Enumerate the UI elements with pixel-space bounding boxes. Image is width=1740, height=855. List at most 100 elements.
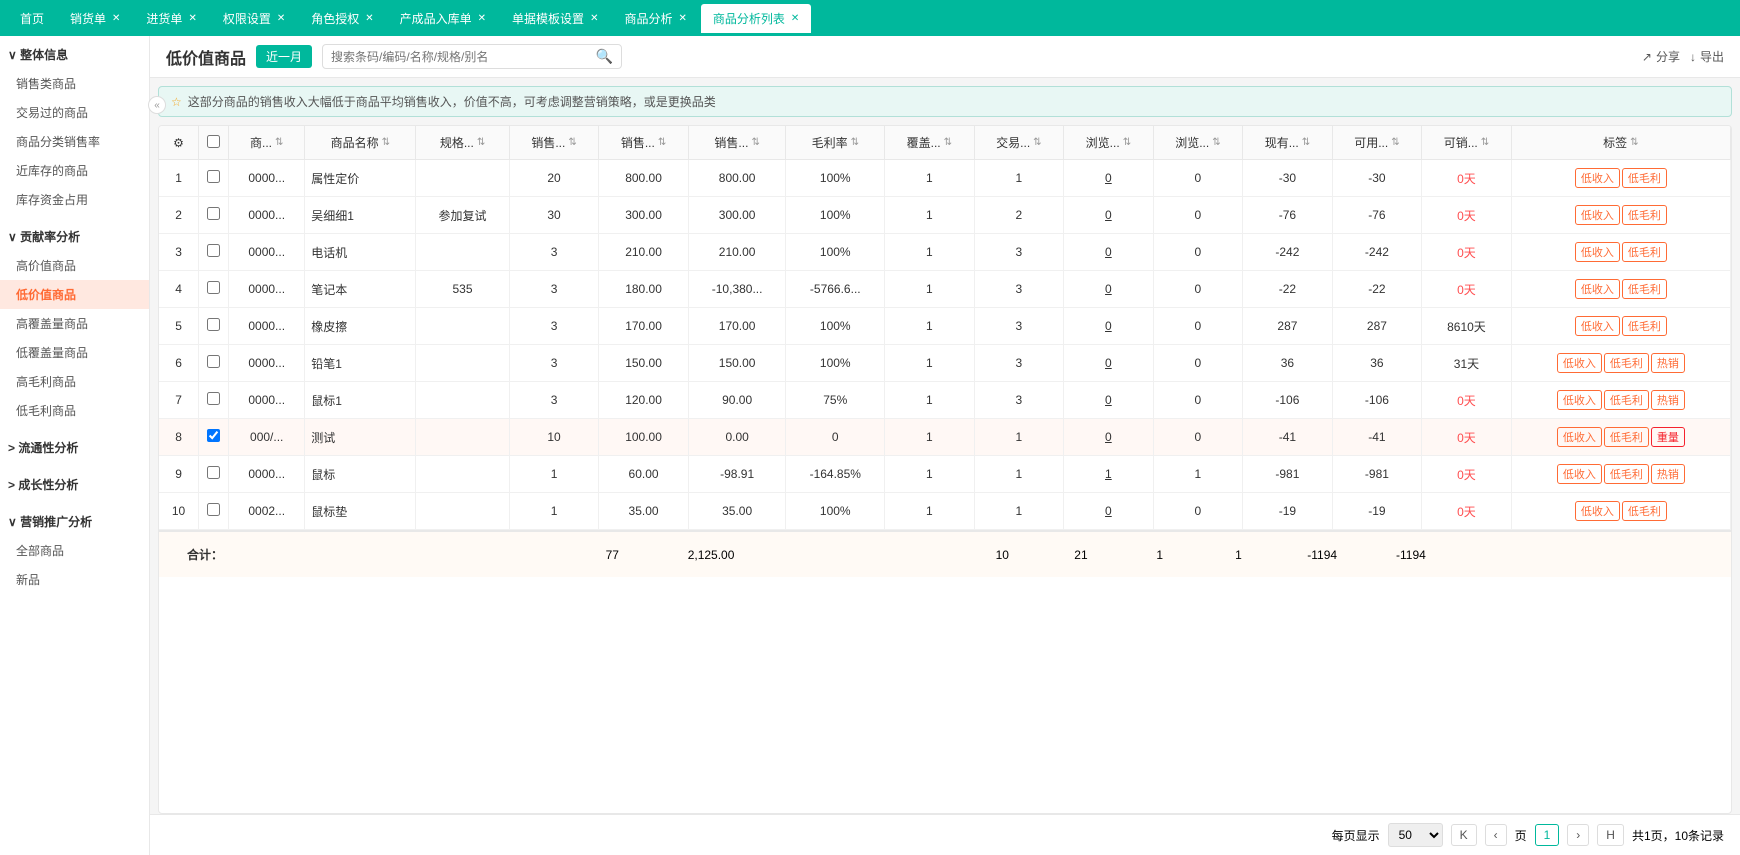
- per-page-select[interactable]: 50 100 200: [1388, 823, 1443, 847]
- nav-tab-roles[interactable]: 角色授权 ✕: [299, 4, 385, 33]
- col-gross-rate[interactable]: 毛利率⇅: [786, 126, 885, 160]
- nav-tab-analysis[interactable]: 商品分析 ✕: [612, 4, 698, 33]
- nav-tab-template[interactable]: 单据模板设置 ✕: [500, 4, 610, 33]
- cell-checkbox[interactable]: [199, 234, 229, 271]
- row-checkbox[interactable]: [207, 466, 220, 479]
- cell-browse1[interactable]: 0: [1064, 271, 1154, 308]
- cell-browse1[interactable]: 0: [1064, 197, 1154, 234]
- sidebar-group-contribution[interactable]: ∨ 贡献率分析: [0, 222, 149, 251]
- sidebar-item-low-stock[interactable]: 近库存的商品: [0, 156, 149, 185]
- cell-browse1[interactable]: 0: [1064, 160, 1154, 197]
- browse-link[interactable]: 0: [1105, 282, 1112, 296]
- cell-browse1[interactable]: 0: [1064, 493, 1154, 530]
- browse-link[interactable]: 0: [1105, 208, 1112, 222]
- cell-checkbox[interactable]: [199, 308, 229, 345]
- col-browse2[interactable]: 浏览...⇅: [1153, 126, 1243, 160]
- cell-checkbox[interactable]: [199, 382, 229, 419]
- row-checkbox[interactable]: [207, 503, 220, 516]
- nav-tab-purchase[interactable]: 进货单 ✕: [134, 4, 208, 33]
- col-spec[interactable]: 规格...⇅: [416, 126, 510, 160]
- search-icon[interactable]: 🔍: [596, 48, 613, 65]
- browse-link[interactable]: 0: [1105, 171, 1112, 185]
- col-coverage[interactable]: 覆盖...⇅: [885, 126, 975, 160]
- col-browse1[interactable]: 浏览...⇅: [1064, 126, 1154, 160]
- nav-tab-home[interactable]: 首页: [8, 4, 56, 33]
- browse-link[interactable]: 0: [1105, 504, 1112, 518]
- cell-browse1[interactable]: 0: [1064, 345, 1154, 382]
- sidebar-item-all-products[interactable]: 全部商品: [0, 536, 149, 565]
- browse-link[interactable]: 0: [1105, 319, 1112, 333]
- row-checkbox[interactable]: [207, 429, 220, 442]
- browse-link[interactable]: 1: [1105, 467, 1112, 481]
- row-checkbox[interactable]: [207, 318, 220, 331]
- first-page-button[interactable]: K: [1451, 824, 1477, 846]
- col-saleable[interactable]: 可销...⇅: [1422, 126, 1512, 160]
- close-icon[interactable]: ✕: [188, 13, 196, 24]
- last-page-button[interactable]: H: [1597, 824, 1624, 846]
- sidebar-item-inventory-capital[interactable]: 库存资金占用: [0, 185, 149, 214]
- nav-tab-product-in[interactable]: 产成品入库单 ✕: [388, 4, 498, 33]
- col-name[interactable]: 商品名称⇅: [305, 126, 416, 160]
- cell-checkbox[interactable]: [199, 493, 229, 530]
- cell-browse1[interactable]: 1: [1064, 456, 1154, 493]
- sidebar-collapse-button[interactable]: «: [148, 96, 166, 114]
- cell-browse1[interactable]: 0: [1064, 308, 1154, 345]
- close-icon[interactable]: ✕: [365, 13, 373, 24]
- close-icon[interactable]: ✕: [478, 13, 486, 24]
- sidebar-item-high-coverage[interactable]: 高覆盖量商品: [0, 309, 149, 338]
- sidebar-item-category-sales[interactable]: 商品分类销售率: [0, 127, 149, 156]
- row-checkbox[interactable]: [207, 170, 220, 183]
- cell-checkbox[interactable]: [199, 197, 229, 234]
- close-icon[interactable]: ✕: [277, 13, 285, 24]
- browse-link[interactable]: 0: [1105, 393, 1112, 407]
- cell-checkbox[interactable]: [199, 419, 229, 456]
- row-checkbox[interactable]: [207, 355, 220, 368]
- cell-checkbox[interactable]: [199, 456, 229, 493]
- close-icon[interactable]: ✕: [678, 13, 686, 24]
- select-all-checkbox[interactable]: [207, 135, 220, 148]
- sidebar-group-marketing[interactable]: ∨ 营销推广分析: [0, 507, 149, 536]
- row-checkbox[interactable]: [207, 244, 220, 257]
- cell-checkbox[interactable]: [199, 271, 229, 308]
- col-checkbox[interactable]: [199, 126, 229, 160]
- close-icon[interactable]: ✕: [112, 13, 120, 24]
- cell-browse1[interactable]: 0: [1064, 382, 1154, 419]
- browse-link[interactable]: 0: [1105, 356, 1112, 370]
- cell-browse1[interactable]: 0: [1064, 234, 1154, 271]
- sidebar-item-low-coverage[interactable]: 低覆盖量商品: [0, 338, 149, 367]
- row-checkbox[interactable]: [207, 207, 220, 220]
- col-transaction[interactable]: 交易...⇅: [974, 126, 1064, 160]
- col-current-stock[interactable]: 现有...⇅: [1243, 126, 1333, 160]
- col-settings[interactable]: ⚙: [159, 126, 199, 160]
- sidebar-group-overall[interactable]: ∨ 整体信息: [0, 40, 149, 69]
- prev-page-button[interactable]: ‹: [1485, 824, 1507, 846]
- close-icon[interactable]: ✕: [791, 13, 799, 24]
- col-sales-cost[interactable]: 销售...⇅: [688, 126, 786, 160]
- row-checkbox[interactable]: [207, 392, 220, 405]
- nav-tab-permissions[interactable]: 权限设置 ✕: [211, 4, 297, 33]
- share-button[interactable]: ↗ 分享: [1642, 48, 1680, 65]
- close-icon[interactable]: ✕: [590, 13, 598, 24]
- cell-checkbox[interactable]: [199, 345, 229, 382]
- sidebar-group-growth[interactable]: > 成长性分析: [0, 470, 149, 499]
- sidebar-item-new-products[interactable]: 新品: [0, 565, 149, 594]
- cell-browse1[interactable]: 0: [1064, 419, 1154, 456]
- sidebar-item-low-value[interactable]: 低价值商品: [0, 280, 149, 309]
- filter-button[interactable]: 近一月: [256, 45, 312, 68]
- col-sales-amount[interactable]: 销售...⇅: [599, 126, 689, 160]
- sidebar-item-traded-products[interactable]: 交易过的商品: [0, 98, 149, 127]
- sidebar-item-low-margin[interactable]: 低毛利商品: [0, 396, 149, 425]
- cell-checkbox[interactable]: [199, 160, 229, 197]
- col-code[interactable]: 商...⇅: [229, 126, 305, 160]
- next-page-button[interactable]: ›: [1567, 824, 1589, 846]
- sidebar-group-flow[interactable]: > 流通性分析: [0, 433, 149, 462]
- browse-link[interactable]: 0: [1105, 430, 1112, 444]
- col-sales-qty[interactable]: 销售...⇅: [509, 126, 599, 160]
- search-input[interactable]: [331, 50, 596, 64]
- col-available[interactable]: 可用...⇅: [1332, 126, 1422, 160]
- nav-tab-sales[interactable]: 销货单 ✕: [58, 4, 132, 33]
- sidebar-item-sales-products[interactable]: 销售类商品: [0, 69, 149, 98]
- col-tags[interactable]: 标签⇅: [1511, 126, 1730, 160]
- sidebar-item-high-margin[interactable]: 高毛利商品: [0, 367, 149, 396]
- export-button[interactable]: ↓ 导出: [1690, 48, 1724, 65]
